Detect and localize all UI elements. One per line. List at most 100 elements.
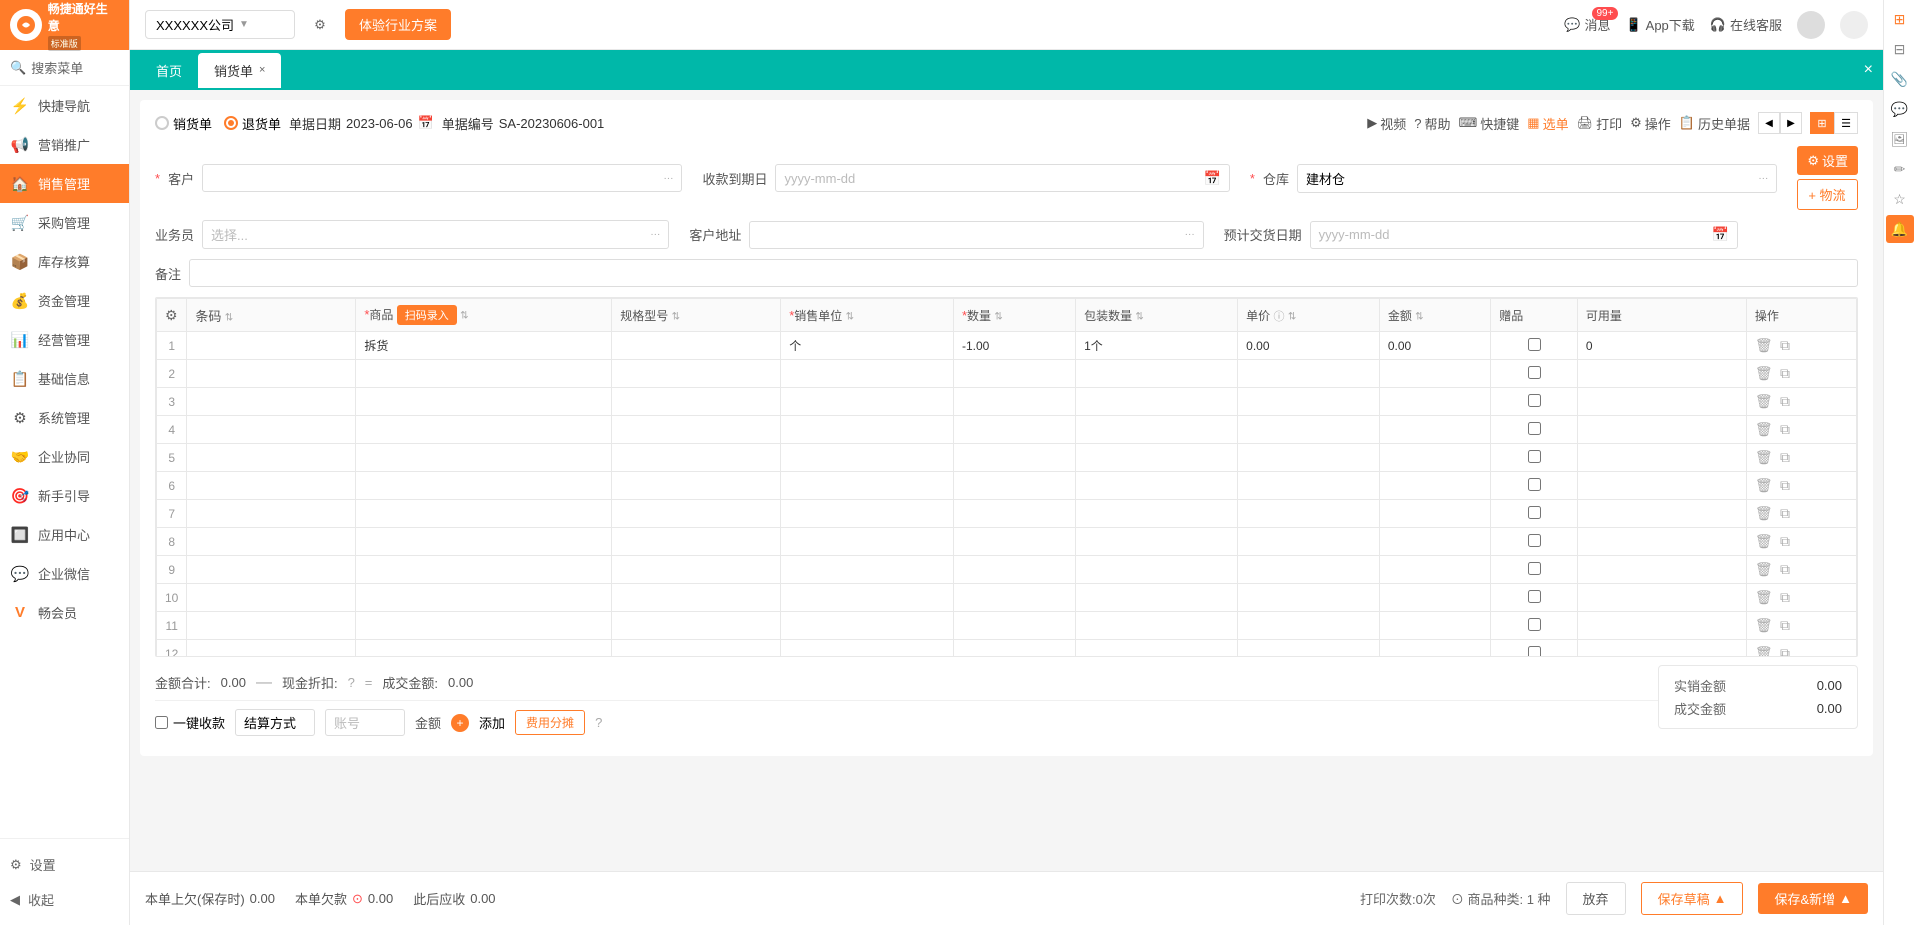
gift-checkbox[interactable]: [1528, 562, 1541, 575]
cell-gift[interactable]: [1491, 528, 1578, 556]
sidebar-search[interactable]: 🔍 搜索菜单: [0, 50, 129, 86]
cell-gift[interactable]: [1491, 584, 1578, 612]
cell-product[interactable]: [356, 416, 612, 444]
tab-close-icon[interactable]: ×: [259, 64, 265, 76]
cell-spec[interactable]: [612, 500, 781, 528]
cell-unit-price[interactable]: [1238, 444, 1380, 472]
info-icon[interactable]: ⓘ: [1273, 311, 1284, 323]
settings-button[interactable]: ⚙: [305, 10, 335, 40]
cell-pack-qty[interactable]: [1076, 444, 1238, 472]
cell-product[interactable]: [356, 500, 612, 528]
copy-row-button[interactable]: ⧉: [1780, 477, 1790, 493]
payment-method-input[interactable]: 结算方式: [235, 709, 315, 736]
cell-spec[interactable]: [612, 612, 781, 640]
abandon-button[interactable]: 放弃: [1566, 882, 1626, 915]
delete-row-button[interactable]: 🗑: [1755, 393, 1773, 409]
cell-gift[interactable]: [1491, 444, 1578, 472]
cell-product[interactable]: [356, 528, 612, 556]
cell-quantity[interactable]: [953, 444, 1075, 472]
cell-unit[interactable]: [781, 472, 954, 500]
copy-row-button[interactable]: ⧉: [1780, 449, 1790, 465]
cell-pack-qty[interactable]: 1个: [1076, 332, 1238, 360]
add-payment-button[interactable]: +: [451, 714, 469, 732]
gift-checkbox[interactable]: [1528, 534, 1541, 547]
cell-pack-qty[interactable]: [1076, 584, 1238, 612]
cell-amount[interactable]: [1379, 612, 1490, 640]
gift-checkbox[interactable]: [1528, 422, 1541, 435]
cell-spec[interactable]: [612, 556, 781, 584]
cell-gift[interactable]: [1491, 612, 1578, 640]
view-table[interactable]: ⊞: [1810, 112, 1834, 134]
delete-row-button[interactable]: 🗑: [1755, 421, 1773, 437]
cell-spec[interactable]: [612, 416, 781, 444]
right-panel-layout1[interactable]: ⊞: [1886, 5, 1914, 33]
cell-gift[interactable]: [1491, 360, 1578, 388]
copy-row-button[interactable]: ⧉: [1780, 561, 1790, 577]
user-avatar[interactable]: [1797, 11, 1825, 39]
tab-bar-close-icon[interactable]: ×: [1864, 61, 1873, 79]
cell-amount[interactable]: [1379, 640, 1490, 658]
customer-input[interactable]: ···: [202, 164, 682, 192]
cell-spec[interactable]: [612, 528, 781, 556]
cell-barcode[interactable]: [187, 612, 356, 640]
save-draft-button[interactable]: 保存草稿 ▲: [1641, 882, 1744, 915]
cell-unit[interactable]: 个: [781, 332, 954, 360]
cell-quantity[interactable]: [953, 416, 1075, 444]
cell-unit[interactable]: [781, 528, 954, 556]
sidebar-item-guide[interactable]: 🎯 新手引导: [0, 476, 129, 515]
cell-amount[interactable]: [1379, 388, 1490, 416]
copy-row-button[interactable]: ⧉: [1780, 617, 1790, 633]
sidebar-item-shortcut[interactable]: ⚡ 快捷导航: [0, 86, 129, 125]
app-download-button[interactable]: 📱 App下载: [1625, 15, 1694, 34]
cell-quantity[interactable]: [953, 528, 1075, 556]
gift-checkbox[interactable]: [1528, 394, 1541, 407]
cell-barcode[interactable]: [187, 500, 356, 528]
cell-quantity[interactable]: [953, 612, 1075, 640]
copy-row-button[interactable]: ⧉: [1780, 337, 1790, 353]
cell-unit[interactable]: [781, 388, 954, 416]
cell-amount[interactable]: [1379, 528, 1490, 556]
tab-home[interactable]: 首页: [140, 53, 198, 88]
cell-barcode[interactable]: [187, 528, 356, 556]
online-service-button[interactable]: 🎧 在线客服: [1710, 15, 1782, 34]
settings-button-right[interactable]: ⚙ 设置: [1797, 146, 1858, 175]
cell-unit-price[interactable]: [1238, 612, 1380, 640]
cell-unit[interactable]: [781, 640, 954, 658]
sidebar-item-system[interactable]: ⚙ 系统管理: [0, 398, 129, 437]
sidebar-item-wechat[interactable]: 💬 企业微信: [0, 554, 129, 593]
right-panel-chat[interactable]: 💬: [1886, 95, 1914, 123]
cell-barcode[interactable]: [187, 444, 356, 472]
cell-pack-qty[interactable]: [1076, 612, 1238, 640]
cell-unit-price[interactable]: [1238, 360, 1380, 388]
cell-pack-qty[interactable]: [1076, 416, 1238, 444]
cell-barcode[interactable]: [187, 360, 356, 388]
right-panel-image[interactable]: 🖼: [1886, 125, 1914, 153]
history-button[interactable]: 📋 历史单据: [1679, 114, 1750, 133]
cell-spec[interactable]: [612, 584, 781, 612]
cell-spec[interactable]: [612, 388, 781, 416]
cell-spec[interactable]: [612, 472, 781, 500]
gift-checkbox[interactable]: [1528, 478, 1541, 491]
sidebar-item-enterprise[interactable]: 🤝 企业协同: [0, 437, 129, 476]
right-panel-edit[interactable]: ✏: [1886, 155, 1914, 183]
copy-row-button[interactable]: ⧉: [1780, 393, 1790, 409]
print-button[interactable]: 🖨 打印: [1577, 114, 1623, 133]
message-button[interactable]: 💬 消息 99+: [1564, 15, 1610, 34]
fee-help-icon[interactable]: ?: [595, 715, 602, 730]
gift-checkbox[interactable]: [1528, 450, 1541, 463]
delete-row-button[interactable]: 🗑: [1755, 533, 1773, 549]
col-settings[interactable]: ⚙: [157, 299, 187, 332]
trial-button[interactable]: 体验行业方案: [345, 9, 451, 40]
delete-row-button[interactable]: 🗑: [1755, 337, 1773, 353]
cell-amount[interactable]: [1379, 416, 1490, 444]
cell-amount[interactable]: [1379, 584, 1490, 612]
calendar-icon[interactable]: 📅: [418, 115, 434, 131]
cell-product[interactable]: [356, 556, 612, 584]
copy-row-button[interactable]: ⧉: [1780, 365, 1790, 381]
fee-split-button[interactable]: 费用分摊: [515, 710, 585, 735]
sidebar-item-purchase[interactable]: 🛒 采购管理: [0, 203, 129, 242]
filter-button[interactable]: ▦ 选单: [1527, 114, 1568, 133]
view-list[interactable]: ☰: [1834, 112, 1858, 134]
cell-unit[interactable]: [781, 444, 954, 472]
operate-button[interactable]: ⚙ 操作: [1630, 114, 1671, 133]
